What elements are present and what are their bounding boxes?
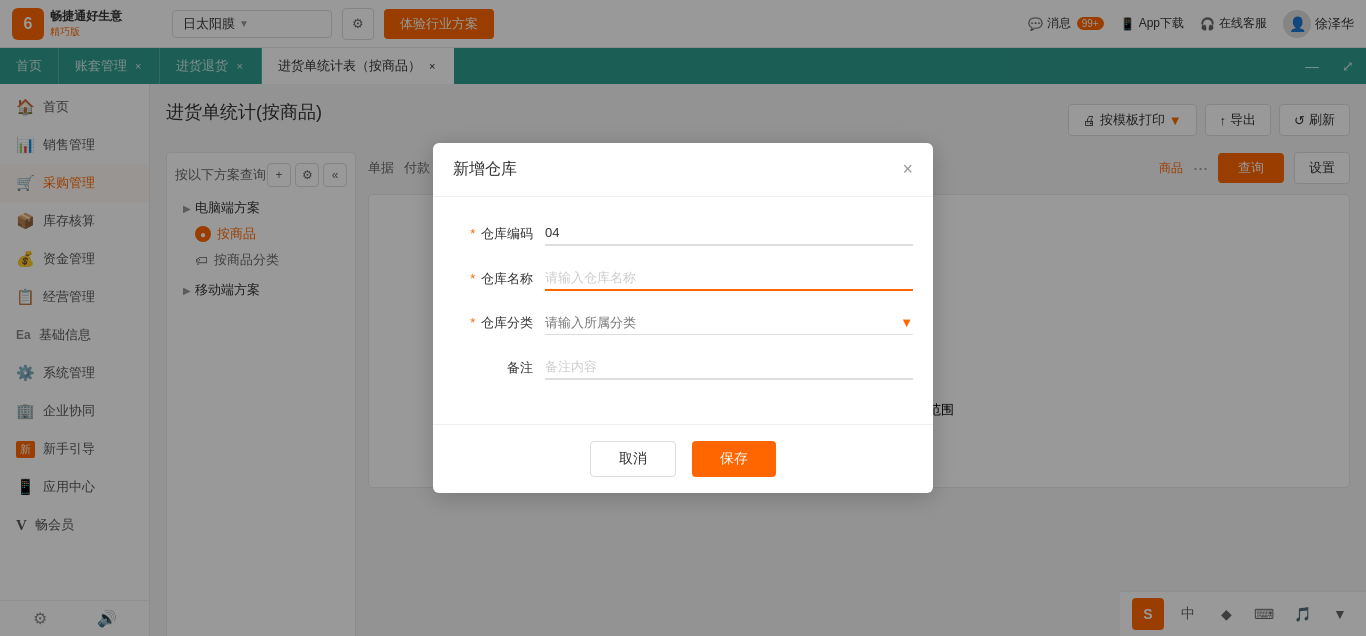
- form-label-category: * 仓库分类: [453, 314, 533, 332]
- name-input[interactable]: [545, 266, 913, 291]
- form-row-category: * 仓库分类 ▼: [453, 311, 913, 335]
- category-dropdown-arrow[interactable]: ▼: [900, 315, 913, 330]
- form-row-note: 备注: [453, 355, 913, 380]
- form-label-name: * 仓库名称: [453, 270, 533, 288]
- modal-overlay: 新增仓库 × * 仓库编码 * 仓库名称: [0, 0, 1366, 636]
- dialog-body: * 仓库编码 * 仓库名称 * 仓库分类: [433, 197, 933, 424]
- note-input[interactable]: [545, 355, 913, 380]
- dialog-footer: 取消 保存: [433, 424, 933, 493]
- dialog-close-button[interactable]: ×: [902, 159, 913, 180]
- add-warehouse-dialog: 新增仓库 × * 仓库编码 * 仓库名称: [433, 143, 933, 493]
- cancel-button[interactable]: 取消: [590, 441, 676, 477]
- form-row-name: * 仓库名称: [453, 266, 913, 291]
- category-select-row: ▼: [545, 311, 913, 335]
- form-label-note: 备注: [453, 359, 533, 377]
- form-row-code: * 仓库编码: [453, 221, 913, 246]
- code-input[interactable]: [545, 221, 913, 246]
- save-button[interactable]: 保存: [692, 441, 776, 477]
- dialog-header: 新增仓库 ×: [433, 143, 933, 197]
- category-input[interactable]: [545, 311, 900, 334]
- dialog-title: 新增仓库: [453, 159, 517, 180]
- form-label-code: * 仓库编码: [453, 225, 533, 243]
